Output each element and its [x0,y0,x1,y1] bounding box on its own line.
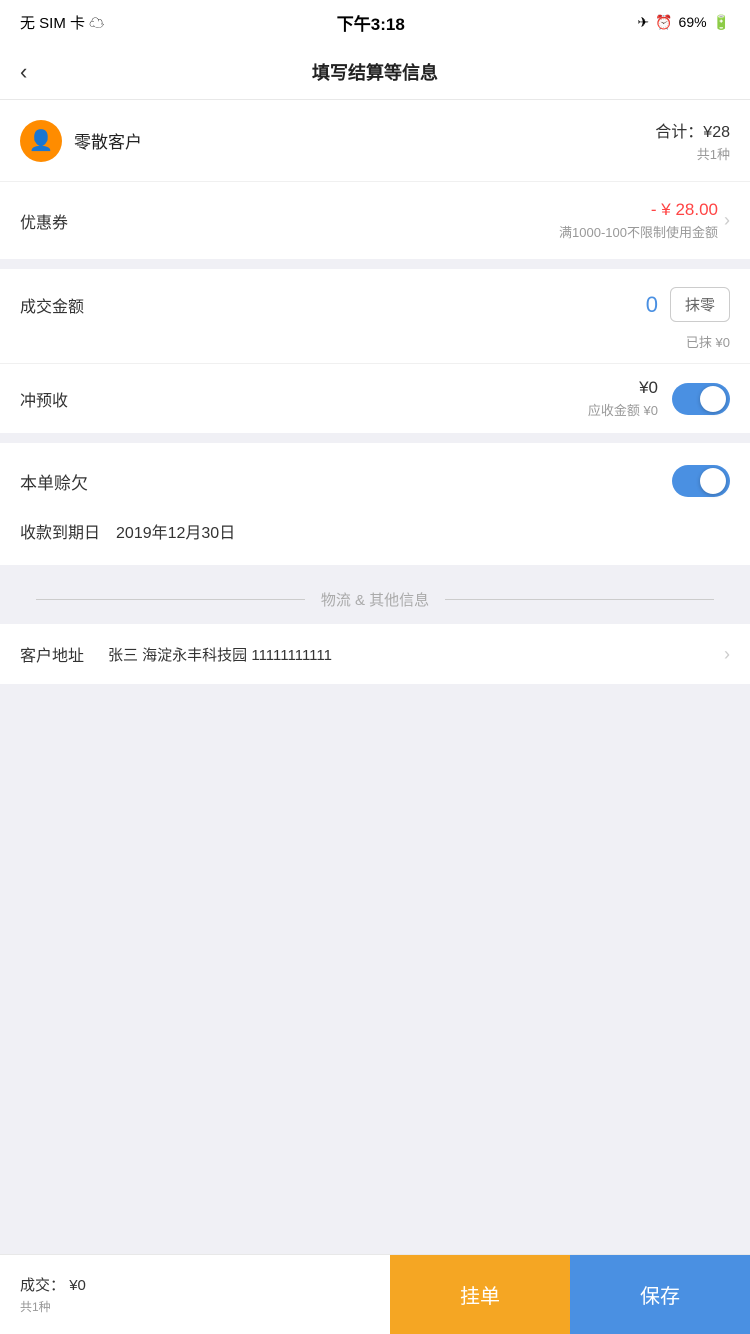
coupon-desc: 满1000-100不限制使用金额 [559,222,718,241]
customer-card: 👤 零散客户 合计：¥28 共1种 优惠券 - ¥ 28.00 满1000-10… [0,100,750,259]
due-date-value: 2019年12月30日 [116,519,235,543]
already-rounded: 已抹 ¥0 [0,332,750,363]
customer-left: 👤 零散客户 [20,120,142,162]
address-label: 客户地址 [20,642,92,666]
coupon-label: 优惠券 [20,209,68,233]
coupon-chevron-icon: › [724,210,730,231]
prepay-amount: ¥0 [588,378,658,398]
customer-row: 👤 零散客户 合计：¥28 共1种 [0,100,750,181]
toggle-knob [700,386,726,412]
bottom-actions: 挂单 保存 [390,1255,750,1334]
customer-name: 零散客户 [74,128,142,153]
debt-toggle-knob [700,468,726,494]
prepay-amounts: ¥0 应收金额 ¥0 [588,378,658,419]
coupon-row[interactable]: 优惠券 - ¥ 28.00 满1000-100不限制使用金额 › [0,181,750,259]
total-amount: 合计：¥28 [655,118,730,142]
location-icon: ✈ [637,14,649,31]
debt-row: 本单赊欠 [0,443,750,519]
due-date-label: 收款到期日 [20,519,100,543]
prepay-row: 冲预收 ¥0 应收金额 ¥0 [0,363,750,433]
debt-label: 本单赊欠 [20,469,88,494]
total-count: 共1种 [655,144,730,163]
transaction-right: 0 抹零 [646,287,730,322]
debt-toggle[interactable] [672,465,730,497]
due-date-row: 收款到期日 2019年12月30日 [0,519,750,565]
transaction-label: 成交金额 [20,293,84,317]
save-button[interactable]: 保存 [570,1255,750,1334]
address-chevron-icon: › [724,644,730,665]
avatar-icon: 👤 [29,128,54,153]
battery-level: 69% [679,14,707,30]
bottom-transaction-label: 成交： [20,1277,65,1294]
status-left: 无 SIM 卡 ☁ [20,12,104,33]
coupon-right: - ¥ 28.00 满1000-100不限制使用金额 › [559,200,730,241]
bottom-info: 成交： ¥0 共1种 [0,1274,390,1315]
status-right: ✈ ⏰ 69% 🔋 [637,14,730,31]
prepay-receivable: 应收金额 ¥0 [588,400,658,419]
nav-bar: ‹ 填写结算等信息 [0,44,750,100]
alarm-icon: ⏰ [655,14,672,31]
transaction-card: 成交金额 0 抹零 已抹 ¥0 冲预收 ¥0 应收金额 ¥0 [0,269,750,433]
debt-card: 本单赊欠 收款到期日 2019年12月30日 [0,443,750,565]
hold-button[interactable]: 挂单 [390,1255,570,1334]
sim-status: 无 SIM 卡 ☁ [20,12,104,33]
battery-icon: 🔋 [713,14,730,31]
address-value: 张三 海淀永丰科技园 11111111111 [108,644,724,665]
prepay-right: ¥0 应收金额 ¥0 [588,378,730,419]
transaction-amount: 0 [646,292,658,318]
coupon-amount: - ¥ 28.00 [559,200,718,220]
content-area: 👤 零散客户 合计：¥28 共1种 优惠券 - ¥ 28.00 满1000-10… [0,100,750,794]
bottom-bar: 成交： ¥0 共1种 挂单 保存 [0,1254,750,1334]
prepay-toggle[interactable] [672,383,730,415]
address-card[interactable]: 客户地址 张三 海淀永丰科技园 11111111111 › [0,624,750,684]
status-time: 下午3:18 [337,10,405,35]
transaction-row: 成交金额 0 抹零 [0,269,750,340]
logistics-label: 物流 & 其他信息 [321,589,429,610]
round-off-button[interactable]: 抹零 [670,287,730,322]
page-title: 填写结算等信息 [312,59,438,85]
status-bar: 无 SIM 卡 ☁ 下午3:18 ✈ ⏰ 69% 🔋 [0,0,750,44]
address-row[interactable]: 客户地址 张三 海淀永丰科技园 11111111111 › [0,624,750,684]
logistics-section-header: 物流 & 其他信息 [0,575,750,624]
customer-total: 合计：¥28 共1种 [655,118,730,163]
back-button[interactable]: ‹ [20,59,27,85]
bottom-transaction-amount: ¥0 [69,1277,86,1294]
avatar: 👤 [20,120,62,162]
bottom-count: 共1种 [20,1298,370,1315]
bottom-transaction: 成交： ¥0 [20,1274,370,1295]
prepay-label: 冲预收 [20,387,68,411]
